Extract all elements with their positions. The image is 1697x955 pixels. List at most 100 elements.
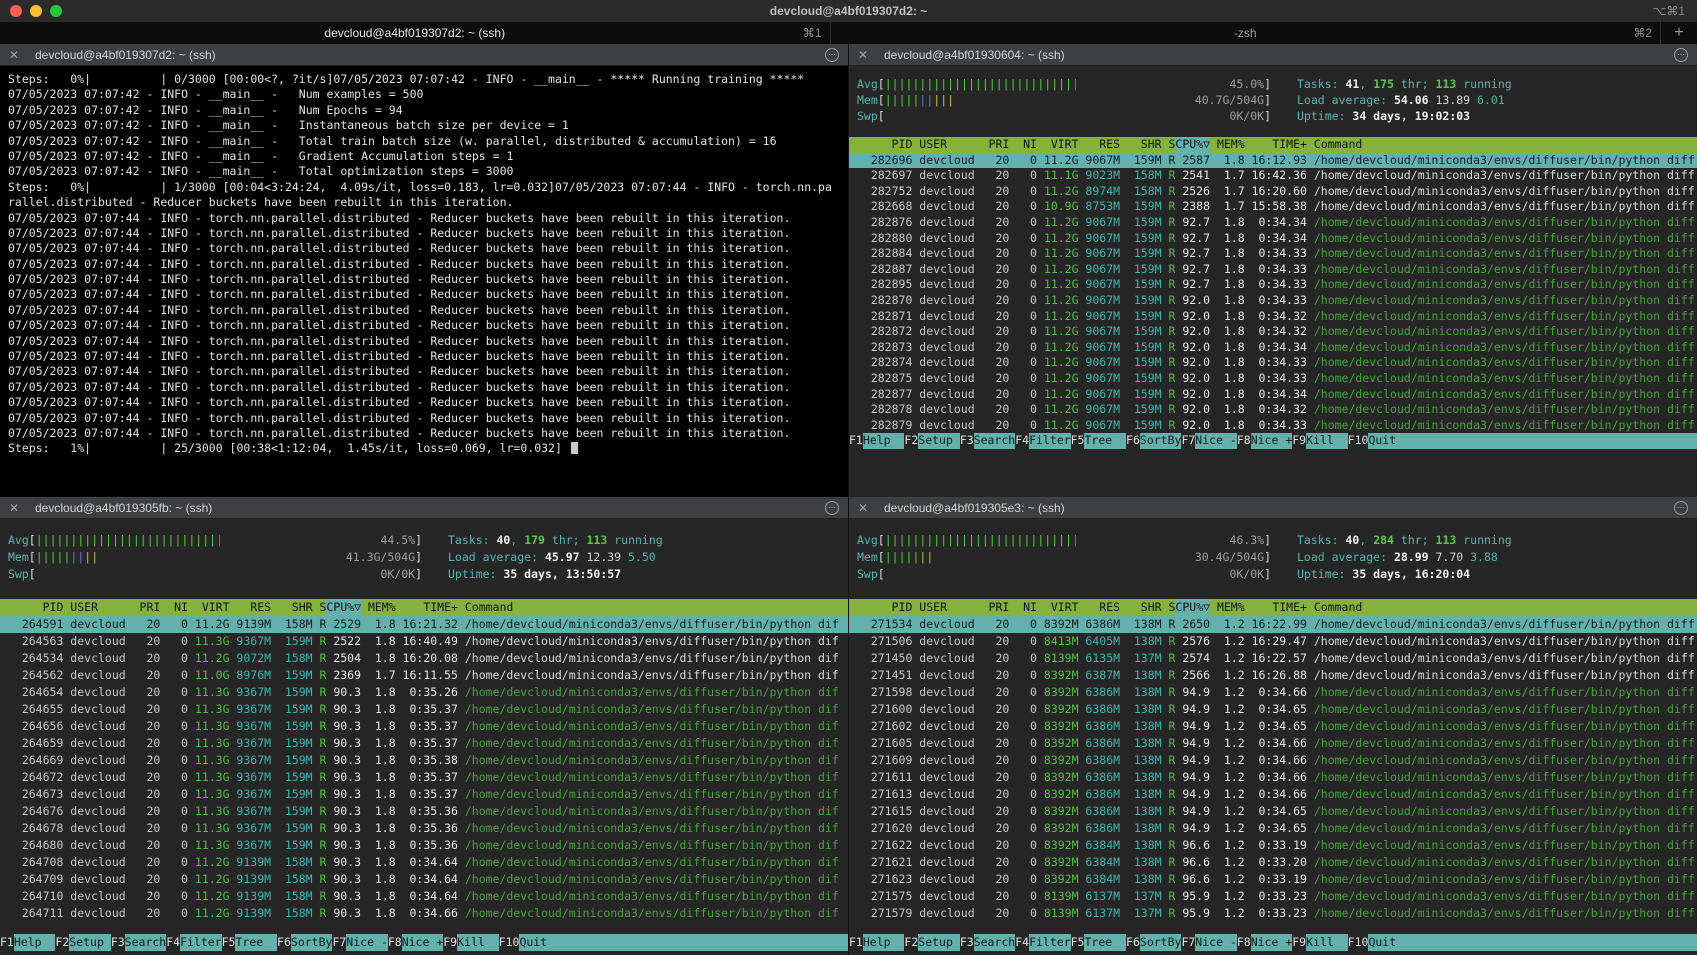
fkey-label-f6[interactable]: SortBy	[1140, 934, 1182, 951]
fkey-label-f3[interactable]: Search	[974, 433, 1016, 449]
column-header-s[interactable]: S	[1162, 137, 1176, 153]
fkey-label-f6[interactable]: SortBy	[291, 934, 333, 951]
fkey-f4[interactable]: F4	[166, 934, 180, 951]
fkey-label-f4[interactable]: Filter	[180, 934, 222, 951]
process-row[interactable]: 282884devcloud20011.2G9067M159MR92.71.80…	[849, 246, 1697, 262]
fkey-f6[interactable]: F6	[277, 934, 291, 951]
process-row[interactable]: 264672devcloud20011.3G9367M159MR90.31.80…	[0, 769, 848, 786]
process-row[interactable]: 264711devcloud20011.2G9139M158MR90.31.80…	[0, 905, 848, 922]
fkey-f4[interactable]: F4	[1015, 934, 1029, 951]
fkey-f1[interactable]: F1	[849, 934, 863, 951]
fkey-label-f5[interactable]: Tree	[1084, 934, 1126, 951]
minimize-button[interactable]	[30, 5, 42, 17]
pane-menu-icon[interactable]: ⋯	[825, 48, 839, 62]
process-row[interactable]: 282875devcloud20011.2G9067M159MR92.01.80…	[849, 371, 1697, 387]
fkey-f3[interactable]: F3	[960, 433, 974, 449]
fkey-label-f7[interactable]: Nice -	[346, 934, 388, 951]
fkey-f7[interactable]: F7	[1181, 433, 1195, 449]
fkey-f10[interactable]: F10	[1348, 934, 1369, 951]
process-row[interactable]: 264654devcloud20011.3G9367M159MR90.31.80…	[0, 684, 848, 701]
process-row[interactable]: 271575devcloud2008139M6137M137MR95.91.20…	[849, 888, 1697, 905]
htop-screen[interactable]: Avg[||||||||||||||||||||||||||||46.3%]Me…	[849, 519, 1697, 955]
fkey-f2[interactable]: F2	[904, 934, 918, 951]
column-header-pri[interactable]: PRI	[133, 599, 161, 616]
process-table-header[interactable]: PIDUSERPRINIVIRTRESSHRSCPU%▽MEM%TIME+Com…	[849, 137, 1697, 153]
fkey-f1[interactable]: F1	[849, 433, 863, 449]
process-row[interactable]: 271451devcloud2008392M6387M138MR25661.21…	[849, 667, 1697, 684]
fkey-label-f2[interactable]: Setup	[918, 934, 960, 951]
process-row[interactable]: 264708devcloud20011.2G9139M158MR90.31.80…	[0, 854, 848, 871]
column-header-res[interactable]: RES	[1079, 137, 1121, 153]
fkey-label-f5[interactable]: Tree	[235, 934, 277, 951]
column-header-shr[interactable]: SHR	[1120, 137, 1162, 153]
process-row[interactable]: 264669devcloud20011.3G9367M159MR90.31.80…	[0, 752, 848, 769]
fkey-label-f4[interactable]: Filter	[1029, 433, 1071, 449]
column-header-user[interactable]: USER	[63, 599, 132, 616]
column-header-ni[interactable]: NI	[160, 599, 188, 616]
fkey-label-f3[interactable]: Search	[125, 934, 167, 951]
column-header-virt[interactable]: VIRT	[1037, 137, 1079, 153]
htop-screen[interactable]: Avg[|||||||||||||||||||||||||||44.5%]Mem…	[0, 519, 848, 955]
process-row[interactable]: 282697devcloud20011.1G9023M158MR25411.71…	[849, 168, 1697, 184]
process-row[interactable]: 282877devcloud20011.2G9067M159MR92.01.80…	[849, 387, 1697, 403]
process-row[interactable]: 282874devcloud20011.2G9067M159MR92.01.80…	[849, 355, 1697, 371]
process-row[interactable]: 282696devcloud20011.2G9067M159MR25871.81…	[849, 153, 1697, 169]
fkey-f5[interactable]: F5	[1071, 934, 1085, 951]
fkey-f6[interactable]: F6	[1126, 934, 1140, 951]
column-header-res[interactable]: RES	[1079, 599, 1121, 616]
process-row[interactable]: 264655devcloud20011.3G9367M159MR90.31.80…	[0, 701, 848, 718]
process-row[interactable]: 282871devcloud20011.2G9067M159MR92.01.80…	[849, 309, 1697, 325]
process-row[interactable]: 264534devcloud20011.2G9072M158MR25041.81…	[0, 650, 848, 667]
process-row[interactable]: 264680devcloud20011.3G9367M159MR90.31.80…	[0, 837, 848, 854]
close-icon[interactable]: ✕	[9, 48, 35, 62]
process-row[interactable]: 282878devcloud20011.2G9067M159MR92.01.80…	[849, 402, 1697, 418]
column-header-command[interactable]: Command	[458, 599, 848, 616]
process-row[interactable]: 282895devcloud20011.2G9067M159MR92.71.80…	[849, 277, 1697, 293]
tab-zsh[interactable]: -zsh ⌘2	[831, 22, 1662, 44]
close-button[interactable]	[10, 5, 22, 17]
process-row[interactable]: 264562devcloud20011.0G8976M159MR23691.71…	[0, 667, 848, 684]
pane-menu-icon[interactable]: ⋯	[1674, 48, 1688, 62]
fkey-f2[interactable]: F2	[55, 934, 69, 951]
zoom-button[interactable]	[50, 5, 62, 17]
fkey-label-f8[interactable]: Nice +	[1251, 433, 1293, 449]
process-row[interactable]: 282752devcloud20011.2G8974M158MR25261.71…	[849, 184, 1697, 200]
fkey-label-f8[interactable]: Nice +	[1251, 934, 1293, 951]
column-header-res[interactable]: RES	[230, 599, 272, 616]
process-row[interactable]: 271534devcloud2008392M6386M138MR26501.21…	[849, 616, 1697, 633]
column-header-mem[interactable]: MEM%	[1210, 137, 1245, 153]
process-row[interactable]: 282872devcloud20011.2G9067M159MR92.01.80…	[849, 324, 1697, 340]
fkey-label-f4[interactable]: Filter	[1029, 934, 1071, 951]
process-row[interactable]: 264563devcloud20011.3G9367M159MR25221.81…	[0, 633, 848, 650]
fkey-f10[interactable]: F10	[1348, 433, 1369, 449]
column-header-ni[interactable]: NI	[1009, 599, 1037, 616]
process-row[interactable]: 271615devcloud2008392M6386M138MR94.91.20…	[849, 803, 1697, 820]
fkey-f5[interactable]: F5	[222, 934, 236, 951]
column-header-pid[interactable]: PID	[8, 599, 63, 616]
column-header-time[interactable]: TIME+	[1245, 599, 1307, 616]
fkey-label-f1[interactable]: Help	[863, 934, 905, 951]
process-row[interactable]: 271600devcloud2008392M6386M138MR94.91.20…	[849, 701, 1697, 718]
close-icon[interactable]: ✕	[9, 501, 35, 515]
column-header-cpu[interactable]: CPU%▽	[326, 599, 361, 616]
process-row[interactable]: 271620devcloud2008392M6386M138MR94.91.20…	[849, 820, 1697, 837]
fkey-f9[interactable]: F9	[443, 934, 457, 951]
htop-screen[interactable]: Avg[||||||||||||||||||||||||||||45.0%]Me…	[849, 66, 1697, 497]
fkey-label-f7[interactable]: Nice -	[1195, 934, 1237, 951]
process-row[interactable]: 271609devcloud2008392M6386M138MR94.91.20…	[849, 752, 1697, 769]
column-header-ni[interactable]: NI	[1009, 137, 1037, 153]
process-row[interactable]: 264659devcloud20011.3G9367M159MR90.31.80…	[0, 735, 848, 752]
fkey-f6[interactable]: F6	[1126, 433, 1140, 449]
process-row[interactable]: 282887devcloud20011.2G9067M159MR92.71.80…	[849, 262, 1697, 278]
fkey-f10[interactable]: F10	[499, 934, 520, 951]
fkey-label-f10[interactable]: Quit	[1368, 433, 1396, 449]
process-row[interactable]: 271506devcloud2008413M6405M138MR25761.21…	[849, 633, 1697, 650]
process-row[interactable]: 271623devcloud2008392M6384M138MR96.61.20…	[849, 871, 1697, 888]
fkey-f3[interactable]: F3	[960, 934, 974, 951]
close-icon[interactable]: ✕	[858, 501, 884, 515]
column-header-user[interactable]: USER	[912, 137, 981, 153]
column-header-pri[interactable]: PRI	[982, 599, 1010, 616]
pane-menu-icon[interactable]: ⋯	[1674, 501, 1688, 515]
process-row[interactable]: 264710devcloud20011.2G9139M158MR90.31.80…	[0, 888, 848, 905]
fkey-label-f3[interactable]: Search	[974, 934, 1016, 951]
